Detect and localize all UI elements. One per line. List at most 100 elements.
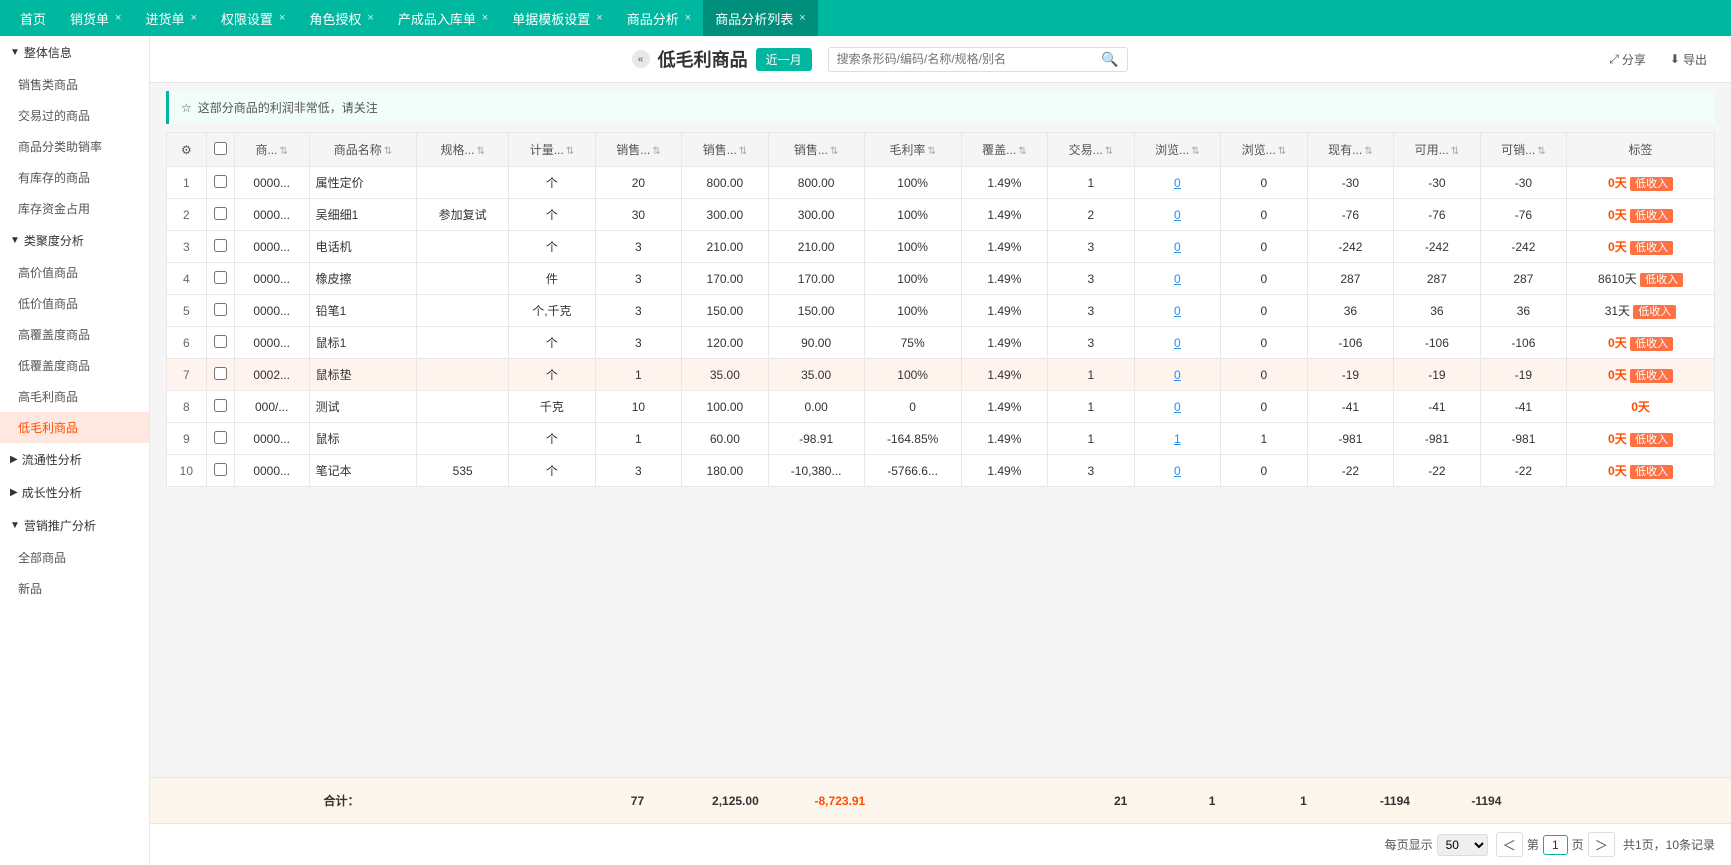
sidebar-item-high-coverage[interactable]: 高覆盖度商品 <box>0 319 149 350</box>
row-checkbox[interactable] <box>214 175 227 188</box>
stock-current: 36 <box>1307 295 1394 327</box>
col-gross[interactable]: 毛利率⇅ <box>864 133 961 167</box>
view-count1[interactable]: 0 <box>1134 199 1221 231</box>
sidebar-section-circulation-header[interactable]: ▶ 流通性分析 <box>0 443 149 476</box>
row-checkbox[interactable] <box>214 399 227 412</box>
row-checkbox[interactable] <box>214 207 227 220</box>
close-icon[interactable]: × <box>115 12 121 24</box>
col-sale2[interactable]: 销售...⇅ <box>682 133 769 167</box>
view-count1[interactable]: 0 <box>1134 327 1221 359</box>
view-count2: 0 <box>1221 231 1308 263</box>
row-checkbox-cell[interactable] <box>206 263 234 295</box>
nav-product-in[interactable]: 产成品入库单× <box>386 0 500 36</box>
nav-template[interactable]: 单据模板设置× <box>500 0 614 36</box>
view-count1[interactable]: 1 <box>1134 423 1221 455</box>
row-checkbox-cell[interactable] <box>206 359 234 391</box>
share-button[interactable]: ⤢ 分享 <box>1601 47 1654 72</box>
row-checkbox[interactable] <box>214 463 227 476</box>
prev-page-button[interactable]: ＜ <box>1496 832 1523 857</box>
col-trade[interactable]: 交易...⇅ <box>1048 133 1135 167</box>
nav-home[interactable]: 首页 <box>8 0 58 36</box>
row-checkbox-cell[interactable] <box>206 199 234 231</box>
col-code[interactable]: 商...⇅ <box>234 133 309 167</box>
sidebar-item-stocked-goods[interactable]: 有库存的商品 <box>0 162 149 193</box>
sidebar-section-growth-header[interactable]: ▶ 成长性分析 <box>0 476 149 509</box>
col-tag[interactable]: 标签 <box>1567 133 1715 167</box>
sidebar-item-sales-goods[interactable]: 销售类商品 <box>0 69 149 100</box>
col-stock3[interactable]: 可销...⇅ <box>1480 133 1567 167</box>
nav-permissions[interactable]: 权限设置× <box>209 0 297 36</box>
row-checkbox-cell[interactable] <box>206 327 234 359</box>
close-icon[interactable]: × <box>482 12 488 24</box>
col-sale1[interactable]: 销售...⇅ <box>595 133 682 167</box>
nav-purchase[interactable]: 进货单× <box>133 0 208 36</box>
view-count1[interactable]: 0 <box>1134 263 1221 295</box>
row-checkbox-cell[interactable] <box>206 295 234 327</box>
sidebar-section-overall-header[interactable]: ▼ 整体信息 <box>0 36 149 69</box>
col-name[interactable]: 商品名称⇅ <box>309 133 417 167</box>
col-stock2[interactable]: 可用...⇅ <box>1394 133 1481 167</box>
close-icon[interactable]: × <box>596 12 602 24</box>
product-unit: 个 <box>509 327 596 359</box>
nav-goods-analysis-list[interactable]: 商品分析列表× <box>703 0 817 36</box>
view-count1[interactable]: 0 <box>1134 455 1221 487</box>
row-checkbox-cell[interactable] <box>206 231 234 263</box>
sidebar-section-cluster-header[interactable]: ▼ 类聚度分析 <box>0 224 149 257</box>
view-count1[interactable]: 0 <box>1134 391 1221 423</box>
col-settings[interactable]: ⚙ <box>167 133 207 167</box>
col-spec[interactable]: 规格...⇅ <box>417 133 509 167</box>
sidebar-collapse-button[interactable]: « <box>632 50 650 68</box>
close-icon[interactable]: × <box>190 12 196 24</box>
sidebar-item-low-value[interactable]: 低价值商品 <box>0 288 149 319</box>
sidebar-item-low-coverage[interactable]: 低覆盖度商品 <box>0 350 149 381</box>
sidebar-item-high-value[interactable]: 高价值商品 <box>0 257 149 288</box>
search-input[interactable] <box>837 52 1098 66</box>
sidebar-item-all-goods[interactable]: 全部商品 <box>0 542 149 573</box>
view-count1[interactable]: 0 <box>1134 231 1221 263</box>
view-count1[interactable]: 0 <box>1134 295 1221 327</box>
row-checkbox-cell[interactable] <box>206 391 234 423</box>
col-unit[interactable]: 计量...⇅ <box>509 133 596 167</box>
col-coverage[interactable]: 覆盖...⇅ <box>961 133 1048 167</box>
sidebar-item-traded-goods[interactable]: 交易过的商品 <box>0 100 149 131</box>
row-checkbox[interactable] <box>214 431 227 444</box>
row-checkbox[interactable] <box>214 303 227 316</box>
tag-cell: 0天 低收入 <box>1567 455 1715 487</box>
close-icon[interactable]: × <box>367 12 373 24</box>
product-spec <box>417 167 509 199</box>
view-count1[interactable]: 0 <box>1134 359 1221 391</box>
close-icon[interactable]: × <box>685 12 691 24</box>
row-checkbox[interactable] <box>214 271 227 284</box>
row-checkbox[interactable] <box>214 239 227 252</box>
nav-roles[interactable]: 角色授权× <box>297 0 385 36</box>
tag-cell: 0天 低收入 <box>1567 231 1715 263</box>
sidebar-item-low-profit[interactable]: 低毛利商品 <box>0 412 149 443</box>
view-count1[interactable]: 0 <box>1134 167 1221 199</box>
nav-goods-analysis[interactable]: 商品分析× <box>615 0 703 36</box>
sidebar-section-marketing-header[interactable]: ▼ 营销推广分析 <box>0 509 149 542</box>
per-page-select[interactable]: 50 100 200 <box>1437 834 1488 856</box>
close-icon[interactable]: × <box>799 12 805 24</box>
gross-margin: 100% <box>864 199 961 231</box>
time-filter-button[interactable]: 近一月 <box>756 48 812 71</box>
col-view2[interactable]: 浏览...⇅ <box>1221 133 1308 167</box>
export-button[interactable]: ⬇ 导出 <box>1662 47 1715 72</box>
nav-sales[interactable]: 销货单× <box>58 0 133 36</box>
sidebar-item-new-goods[interactable]: 新品 <box>0 573 149 604</box>
row-checkbox[interactable] <box>214 367 227 380</box>
next-page-button[interactable]: ＞ <box>1588 832 1615 857</box>
product-name: 鼠标垫 <box>309 359 417 391</box>
col-view1[interactable]: 浏览...⇅ <box>1134 133 1221 167</box>
col-sale3[interactable]: 销售...⇅ <box>768 133 864 167</box>
close-icon[interactable]: × <box>279 12 285 24</box>
select-all-checkbox[interactable] <box>214 142 227 155</box>
row-checkbox-cell[interactable] <box>206 455 234 487</box>
col-stock1[interactable]: 现有...⇅ <box>1307 133 1394 167</box>
sidebar-item-category-rate[interactable]: 商品分类助销率 <box>0 131 149 162</box>
row-checkbox-cell[interactable] <box>206 423 234 455</box>
col-checkbox[interactable] <box>206 133 234 167</box>
sidebar-item-high-profit[interactable]: 高毛利商品 <box>0 381 149 412</box>
row-checkbox[interactable] <box>214 335 227 348</box>
sidebar-item-stock-capital[interactable]: 库存资金占用 <box>0 193 149 224</box>
row-checkbox-cell[interactable] <box>206 167 234 199</box>
